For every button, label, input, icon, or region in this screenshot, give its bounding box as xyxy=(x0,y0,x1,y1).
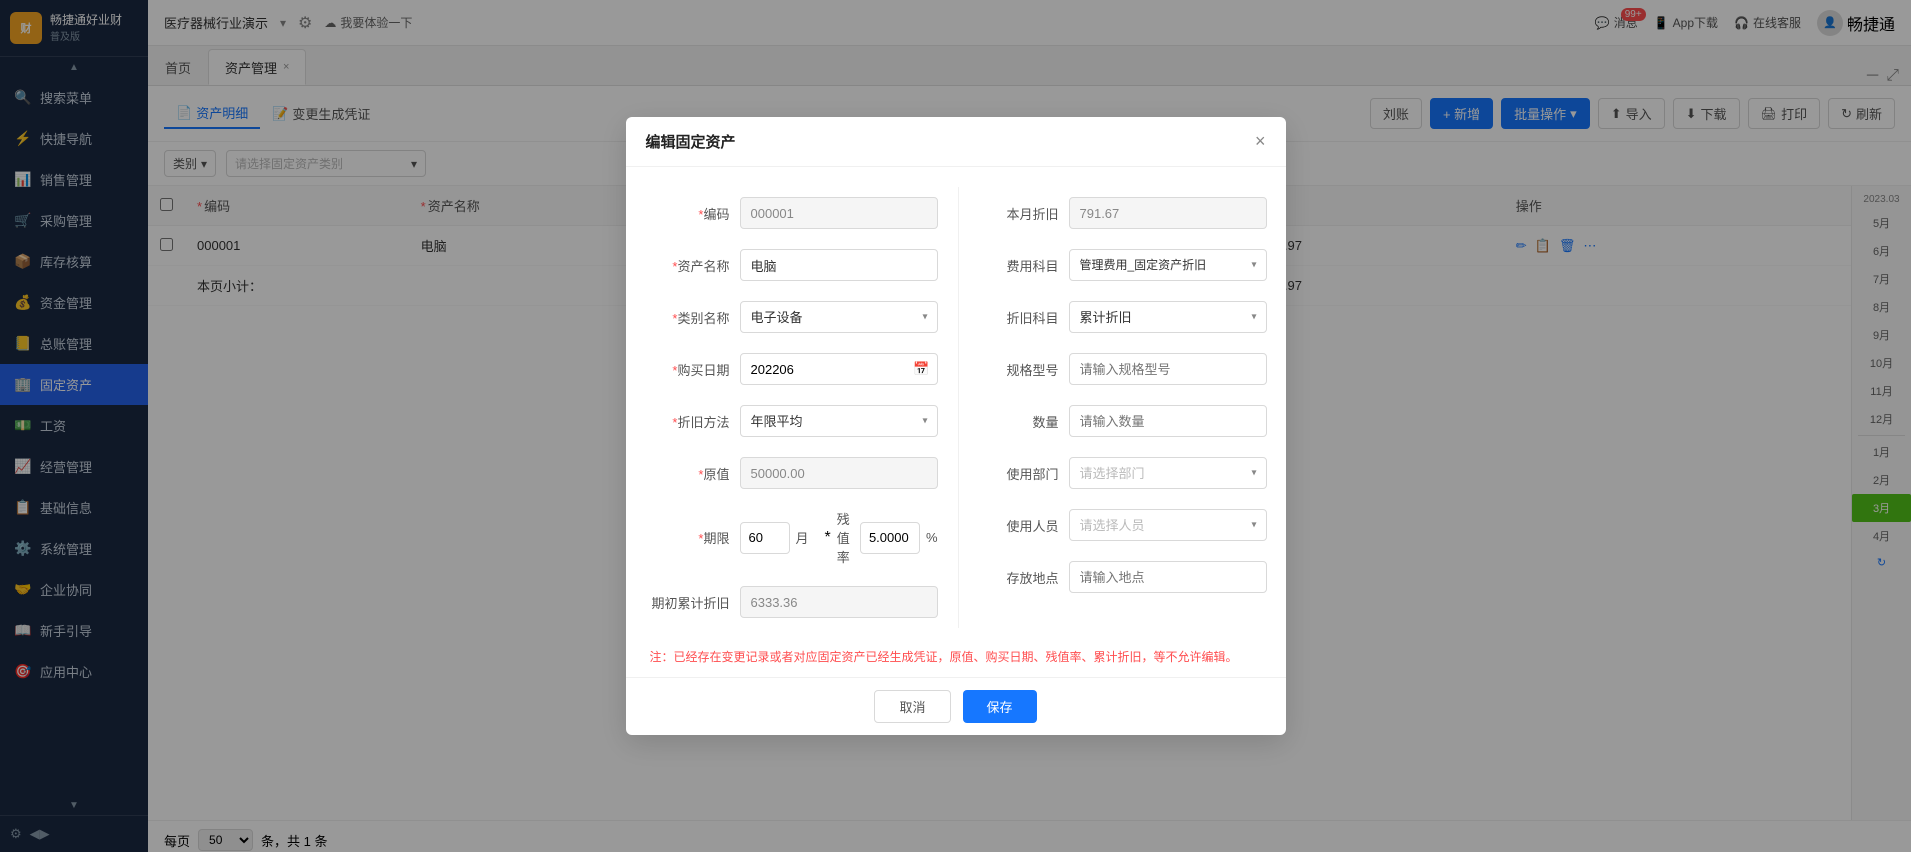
form-row-initial-dep: 期初累计折旧 xyxy=(650,576,938,628)
expense-subject-select[interactable]: 管理费用_固定资产折旧 xyxy=(1069,249,1267,281)
edit-asset-modal: 编辑固定资产 × *编码 *资产名称 xyxy=(626,117,1286,735)
category-select[interactable]: 电子设备 xyxy=(740,301,938,333)
original-value-input[interactable] xyxy=(740,457,938,489)
modal-footer: 取消 保存 xyxy=(626,677,1286,735)
calendar-icon: 📅 xyxy=(913,361,929,377)
form-row-purchase-date: *购买日期 📅 xyxy=(650,343,938,395)
period-label: *期限 xyxy=(650,528,740,547)
form-grid: *编码 *资产名称 *类别名称 xyxy=(650,187,1262,628)
modal-header: 编辑固定资产 × xyxy=(626,117,1286,167)
modal-overlay: 编辑固定资产 × *编码 *资产名称 xyxy=(0,0,1911,852)
form-row-expense-subject: 费用科目 管理费用_固定资产折旧 ▾ xyxy=(979,239,1267,291)
form-row-department: 使用部门 请选择部门 ▾ xyxy=(979,447,1267,499)
cancel-button[interactable]: 取消 xyxy=(874,690,950,723)
category-name-label: *类别名称 xyxy=(650,308,740,327)
category-select-wrapper: 电子设备 ▾ xyxy=(740,301,938,333)
form-row-user: 使用人员 请选择人员 ▾ xyxy=(979,499,1267,551)
name-label: *资产名称 xyxy=(650,256,740,275)
quantity-input[interactable] xyxy=(1069,405,1267,437)
form-right: 本月折旧 费用科目 管理费用_固定资产折旧 ▾ xyxy=(959,187,1267,628)
modal-title: 编辑固定资产 xyxy=(646,131,736,152)
user-select-wrapper: 请选择人员 ▾ xyxy=(1069,509,1267,541)
name-input[interactable] xyxy=(740,249,938,281)
purchase-date-input[interactable] xyxy=(740,353,938,385)
note-text: 注：已经存在变更记录或者对应固定资产已经生成凭证，原值、购买日期、残值率、累计折… xyxy=(650,650,1238,664)
spec-label: 规格型号 xyxy=(979,360,1069,379)
form-row-dep-subject: 折旧科目 累计折旧 ▾ xyxy=(979,291,1267,343)
residual-rate-input[interactable] xyxy=(860,522,920,554)
residual-rate-label: 残值率 xyxy=(837,509,854,566)
residual-rate-unit: % xyxy=(926,530,938,545)
expense-subject-wrapper: 管理费用_固定资产折旧 ▾ xyxy=(1069,249,1267,281)
modal-note: 注：已经存在变更记录或者对应固定资产已经生成凭证，原值、购买日期、残值率、累计折… xyxy=(626,648,1286,677)
period-unit: 月 xyxy=(796,528,809,547)
monthly-dep-input xyxy=(1069,197,1267,229)
dep-method-select[interactable]: 年限平均 xyxy=(740,405,938,437)
code-input[interactable] xyxy=(740,197,938,229)
location-input[interactable] xyxy=(1069,561,1267,593)
original-value-label: *原值 xyxy=(650,464,740,483)
form-row-dep-method: *折旧方法 年限平均 ▾ xyxy=(650,395,938,447)
dep-subject-wrapper: 累计折旧 ▾ xyxy=(1069,301,1267,333)
initial-dep-label: 期初累计折旧 xyxy=(650,593,740,612)
form-row-period: *期限 月 * 残值率 % xyxy=(650,499,938,576)
save-button[interactable]: 保存 xyxy=(963,690,1037,723)
code-label: *编码 xyxy=(650,204,740,223)
purchase-date-label: *购买日期 xyxy=(650,360,740,379)
modal-close-btn[interactable]: × xyxy=(1255,131,1266,152)
form-row-quantity: 数量 xyxy=(979,395,1267,447)
form-row-location: 存放地点 xyxy=(979,551,1267,603)
dep-method-select-wrapper: 年限平均 ▾ xyxy=(740,405,938,437)
form-row-spec: 规格型号 xyxy=(979,343,1267,395)
department-select[interactable]: 请选择部门 xyxy=(1069,457,1267,489)
expense-subject-label: 费用科目 xyxy=(979,256,1069,275)
form-row-monthly-dep: 本月折旧 xyxy=(979,187,1267,239)
user-label: 使用人员 xyxy=(979,516,1069,535)
dep-subject-select[interactable]: 累计折旧 xyxy=(1069,301,1267,333)
period-inline: 月 * 残值率 % xyxy=(740,509,938,566)
department-label: 使用部门 xyxy=(979,464,1069,483)
monthly-dep-label: 本月折旧 xyxy=(979,204,1069,223)
form-row-category: *类别名称 电子设备 ▾ xyxy=(650,291,938,343)
purchase-date-wrapper: 📅 xyxy=(740,353,938,385)
form-row-code: *编码 xyxy=(650,187,938,239)
form-row-original-value: *原值 xyxy=(650,447,938,499)
form-row-name: *资产名称 xyxy=(650,239,938,291)
location-label: 存放地点 xyxy=(979,568,1069,587)
dep-subject-label: 折旧科目 xyxy=(979,308,1069,327)
period-input[interactable] xyxy=(740,522,790,554)
spec-input[interactable] xyxy=(1069,353,1267,385)
quantity-label: 数量 xyxy=(979,412,1069,431)
form-left: *编码 *资产名称 *类别名称 xyxy=(650,187,959,628)
department-select-wrapper: 请选择部门 ▾ xyxy=(1069,457,1267,489)
initial-dep-input[interactable] xyxy=(740,586,938,618)
modal-body: *编码 *资产名称 *类别名称 xyxy=(626,167,1286,648)
user-select[interactable]: 请选择人员 xyxy=(1069,509,1267,541)
dep-method-label: *折旧方法 xyxy=(650,412,740,431)
